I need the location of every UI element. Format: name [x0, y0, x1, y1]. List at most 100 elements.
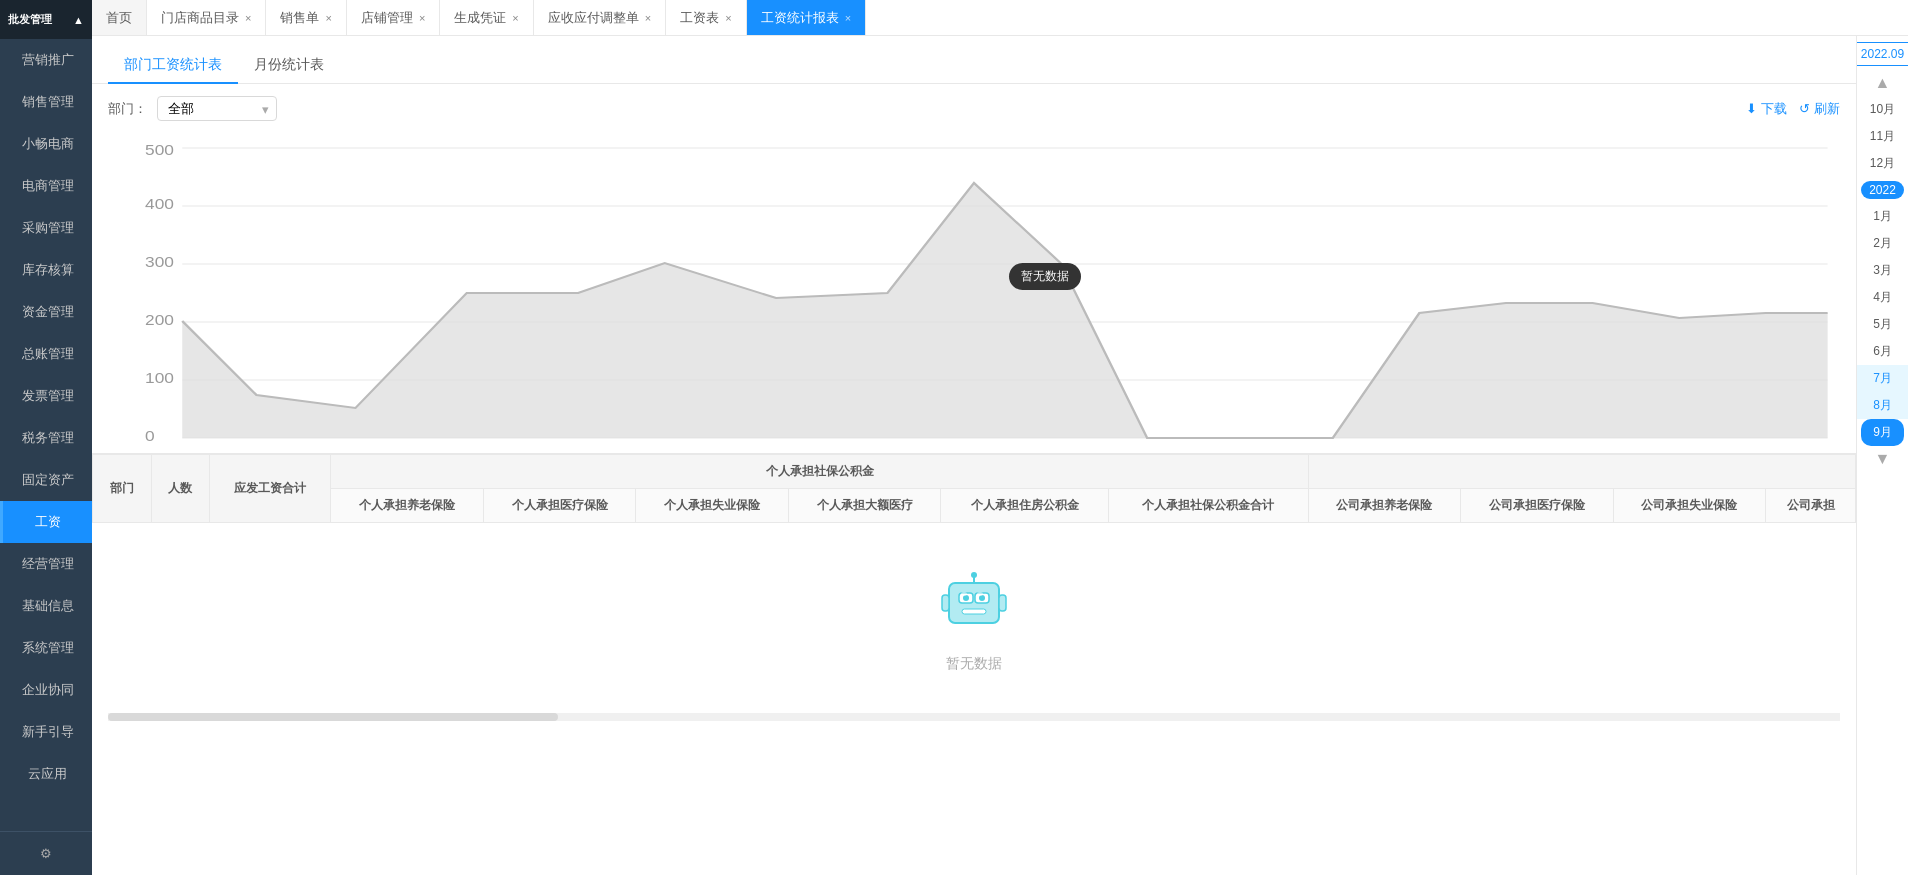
- timeline-month-12月[interactable]: 12月: [1857, 150, 1908, 177]
- sidebar-item-guide[interactable]: 新手引导: [0, 711, 92, 753]
- col-personal-social-total: 个人承担社保公积金合计: [1109, 489, 1308, 523]
- timeline-month-2月[interactable]: 2月: [1857, 230, 1908, 257]
- col-personal-housing-fund: 个人承担住房公积金: [941, 489, 1109, 523]
- timeline-month-5月[interactable]: 5月: [1857, 311, 1908, 338]
- sidebar-item-invoice[interactable]: 发票管理: [0, 375, 92, 417]
- tab-gen-voucher[interactable]: 生成凭证×: [440, 0, 533, 36]
- timeline-date-label[interactable]: 2022.09: [1856, 42, 1908, 66]
- col-count: 人数: [151, 455, 210, 523]
- tab-home[interactable]: 首页: [92, 0, 147, 36]
- toolbar-right: ⬇ 下载 ↺ 刷新: [1746, 100, 1840, 118]
- timeline-year-2022[interactable]: 2022: [1861, 181, 1904, 199]
- sidebar-item-inventory[interactable]: 库存核算: [0, 249, 92, 291]
- sidebar-item-salary[interactable]: 工资: [0, 501, 92, 543]
- sidebar-collapse-icon: ▲: [73, 14, 84, 26]
- sidebar-item-purchase[interactable]: 采购管理: [0, 207, 92, 249]
- tab-close-ar-ap-adjust[interactable]: ×: [645, 12, 651, 24]
- svg-text:500: 500: [145, 143, 174, 158]
- download-button[interactable]: ⬇ 下载: [1746, 100, 1787, 118]
- tab-payroll-report[interactable]: 工资统计报表×: [747, 0, 866, 36]
- dept-label: 部门：: [108, 100, 147, 118]
- sidebar-item-finance[interactable]: 资金管理: [0, 291, 92, 333]
- data-table: 部门 人数 应发工资合计 个人承担社保公积金 个人承担养老保险 个人承担医疗保险…: [92, 454, 1856, 523]
- timeline-month-8月[interactable]: 8月: [1857, 392, 1908, 419]
- timeline-month-1月[interactable]: 1月: [1857, 203, 1908, 230]
- refresh-label: 刷新: [1814, 100, 1840, 118]
- svg-text:400: 400: [145, 197, 174, 212]
- refresh-icon: ↺: [1799, 101, 1810, 116]
- sidebar-item-marketing[interactable]: 营销推广: [0, 39, 92, 81]
- svg-text:100: 100: [145, 371, 174, 386]
- tab-close-store-catalog[interactable]: ×: [245, 12, 251, 24]
- tab-ar-ap-adjust[interactable]: 应收应付调整单 ×: [534, 0, 666, 36]
- toolbar: 部门： 全部 ⬇ 下载 ↺ 刷新: [92, 84, 1856, 133]
- dept-select-wrapper: 全部: [157, 96, 277, 121]
- refresh-button[interactable]: ↺ 刷新: [1799, 100, 1840, 118]
- chart-svg: 0 100 200 300 400 500: [108, 143, 1840, 443]
- svg-text:300: 300: [145, 255, 174, 270]
- timeline-month-active[interactable]: 9月: [1861, 419, 1904, 446]
- empty-icon: [934, 563, 1014, 643]
- sidebar-item-ledger[interactable]: 总账管理: [0, 333, 92, 375]
- tab-sales-order[interactable]: 销售单 ×: [266, 0, 346, 36]
- h-scrollbar-thumb[interactable]: [108, 713, 558, 721]
- tab-shop-mgmt[interactable]: 店铺管理×: [347, 0, 440, 36]
- svg-text:200: 200: [145, 313, 174, 328]
- svg-rect-13: [949, 583, 999, 623]
- timeline-month-10月[interactable]: 10月: [1857, 96, 1908, 123]
- sidebar-item-sales[interactable]: 销售管理: [0, 81, 92, 123]
- svg-marker-12: [182, 183, 1827, 438]
- sidebar-item-ecommerce-xc[interactable]: 小畅电商: [0, 123, 92, 165]
- col-company-other: 公司承担: [1766, 489, 1856, 523]
- sidebar-item-basic[interactable]: 基础信息: [0, 585, 92, 627]
- sub-tab-month-stat[interactable]: 月份统计表: [238, 48, 340, 84]
- sidebar-item-cloud[interactable]: 云应用: [0, 753, 92, 795]
- timeline-nav-up[interactable]: ▲: [1875, 70, 1891, 96]
- svg-rect-18: [962, 609, 986, 614]
- content-area: 部门工资统计表月份统计表 部门： 全部 ⬇ 下载: [92, 36, 1908, 875]
- svg-point-20: [971, 572, 977, 578]
- empty-state: 暂无数据: [92, 523, 1856, 713]
- col-personal-pension: 个人承担养老保险: [331, 489, 483, 523]
- col-company-social-label: [1308, 455, 1855, 489]
- sidebar-item-collab[interactable]: 企业协同: [0, 669, 92, 711]
- sidebar-footer-settings[interactable]: ⚙: [0, 831, 92, 875]
- sub-tabs: 部门工资统计表月份统计表: [92, 36, 1856, 84]
- timeline-month-11月[interactable]: 11月: [1857, 123, 1908, 150]
- sidebar-item-ecommerce[interactable]: 电商管理: [0, 165, 92, 207]
- sidebar-header[interactable]: 批发管理 ▲: [0, 0, 92, 39]
- timeline-items: 10月11月12月 2022 1月2月3月4月5月6月7月8月9月: [1857, 96, 1908, 446]
- sidebar-item-tax[interactable]: 税务管理: [0, 417, 92, 459]
- col-total-salary: 应发工资合计: [210, 455, 331, 523]
- timeline-month-6月[interactable]: 6月: [1857, 338, 1908, 365]
- sidebar-title: 批发管理: [8, 12, 52, 27]
- timeline-month-3月[interactable]: 3月: [1857, 257, 1908, 284]
- col-dept: 部门: [93, 455, 152, 523]
- tab-payroll[interactable]: 工资表×: [666, 0, 746, 36]
- tab-close-sales-order[interactable]: ×: [325, 12, 331, 24]
- h-scrollbar[interactable]: [108, 713, 1840, 721]
- sidebar-item-system[interactable]: 系统管理: [0, 627, 92, 669]
- tab-close-payroll[interactable]: ×: [725, 12, 731, 24]
- settings-icon: ⚙: [40, 846, 52, 861]
- main-area: 首页门店商品目录×销售单×店铺管理×生成凭证×应收应付调整单×工资表×工资统计报…: [92, 0, 1908, 875]
- col-personal-social: 个人承担社保公积金: [331, 455, 1308, 489]
- timeline-month-4月[interactable]: 4月: [1857, 284, 1908, 311]
- tab-close-shop-mgmt[interactable]: ×: [419, 12, 425, 24]
- timeline-month-7月[interactable]: 7月: [1857, 365, 1908, 392]
- col-company-pension: 公司承担养老保险: [1308, 489, 1460, 523]
- svg-rect-22: [999, 595, 1006, 611]
- dept-select[interactable]: 全部: [157, 96, 277, 121]
- timeline-nav-down[interactable]: ▼: [1875, 446, 1891, 472]
- sidebar-item-operations[interactable]: 经营管理: [0, 543, 92, 585]
- tab-close-gen-voucher[interactable]: ×: [512, 12, 518, 24]
- tab-label-store-catalog: 门店商品目录: [161, 9, 239, 27]
- sub-tab-dept-stat[interactable]: 部门工资统计表: [108, 48, 238, 84]
- table-section: 部门 人数 应发工资合计 个人承担社保公积金 个人承担养老保险 个人承担医疗保险…: [92, 453, 1856, 875]
- sidebar-item-assets[interactable]: 固定资产: [0, 459, 92, 501]
- tab-label-sales-order: 销售单: [280, 9, 319, 27]
- tab-close-payroll-report[interactable]: ×: [845, 12, 851, 24]
- tab-store-catalog[interactable]: 门店商品目录 ×: [147, 0, 266, 36]
- tab-label-ar-ap-adjust: 应收应付调整单: [548, 9, 639, 27]
- svg-point-24: [977, 592, 983, 596]
